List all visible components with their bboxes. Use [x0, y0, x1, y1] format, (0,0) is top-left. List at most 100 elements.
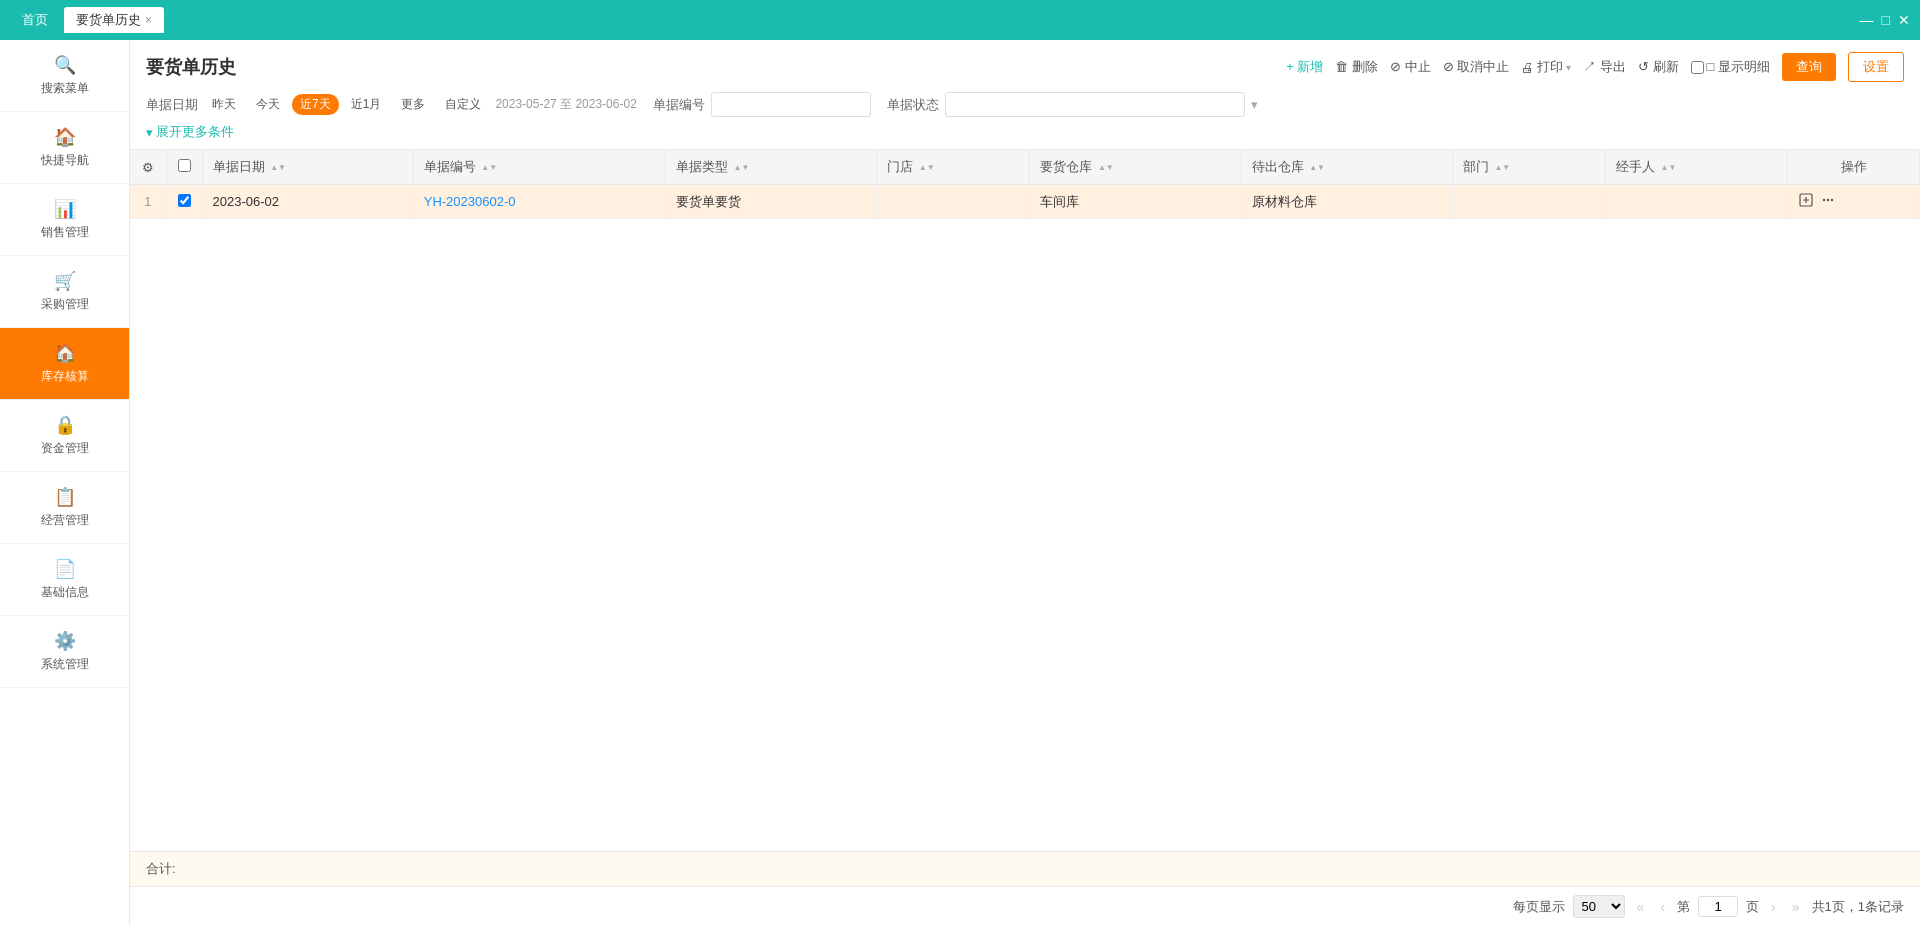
- th-department-label: 部门: [1463, 159, 1489, 174]
- sidebar-item-basic-info-label: 基础信息: [41, 584, 89, 601]
- refresh-button[interactable]: ↺ 刷新: [1638, 58, 1679, 76]
- th-req-warehouse-label: 要货仓库: [1040, 159, 1092, 174]
- filter-status-group: 单据状态 ▾: [887, 92, 1904, 117]
- date-shortcuts: 昨天 今天 近7天 近1月 更多 自定义: [204, 94, 489, 115]
- sort-icon-doc-no: ▲▼: [481, 164, 497, 172]
- data-table: ⚙ 单据日期 ▲▼ 单据编号 ▲▼ 单据类型: [130, 150, 1920, 219]
- th-settings[interactable]: ⚙: [130, 150, 166, 185]
- th-checkbox: [166, 150, 202, 185]
- next-page-btn[interactable]: ›: [1767, 897, 1780, 917]
- per-page-select[interactable]: 20 50 100 200: [1573, 895, 1625, 918]
- tab-bar: 首页 要货单历史 ×: [10, 7, 1860, 33]
- th-doc-no[interactable]: 单据编号 ▲▼: [413, 150, 665, 185]
- display-detail-checkbox[interactable]: [1691, 61, 1704, 74]
- display-detail-button[interactable]: □ 显示明细: [1691, 58, 1770, 76]
- th-doc-date-label: 单据日期: [213, 159, 265, 174]
- cancel-stop-button[interactable]: ⊘ 取消中止: [1443, 58, 1510, 76]
- filter-date-group: 单据日期 昨天 今天 近7天 近1月 更多 自定义 2023-05-27 至 2…: [146, 94, 637, 115]
- table-header-row: ⚙ 单据日期 ▲▼ 单据编号 ▲▼ 单据类型: [130, 150, 1920, 185]
- page-input[interactable]: [1698, 896, 1738, 917]
- sidebar: 🔍 搜索菜单 🏠 快捷导航 📊 销售管理 🛒 采购管理 🏠 库存核算 🔒 资金管…: [0, 40, 130, 926]
- sidebar-item-sys-mgmt[interactable]: ⚙️ 系统管理: [0, 616, 129, 688]
- minimize-icon[interactable]: —: [1860, 12, 1874, 28]
- export-button[interactable]: ↗ 导出: [1583, 58, 1626, 76]
- sidebar-item-fund-mgmt-label: 资金管理: [41, 440, 89, 457]
- tab-home[interactable]: 首页: [10, 7, 60, 33]
- sidebar-item-search-menu[interactable]: 🔍 搜索菜单: [0, 40, 129, 112]
- sidebar-item-basic-info[interactable]: 📄 基础信息: [0, 544, 129, 616]
- cell-checkbox: [166, 185, 202, 219]
- search-icon: 🔍: [54, 54, 76, 76]
- sort-icon-department: ▲▼: [1494, 164, 1510, 172]
- date-btn-today[interactable]: 今天: [248, 94, 288, 115]
- sidebar-item-purchase-mgmt[interactable]: 🛒 采购管理: [0, 256, 129, 328]
- first-page-btn[interactable]: «: [1633, 897, 1649, 917]
- th-doc-no-label: 单据编号: [424, 159, 476, 174]
- tab-close-icon[interactable]: ×: [145, 13, 152, 27]
- stop-button[interactable]: ⊘ 中止: [1390, 58, 1431, 76]
- sort-icon-doc-type: ▲▼: [734, 164, 750, 172]
- sidebar-item-fund-mgmt[interactable]: 🔒 资金管理: [0, 400, 129, 472]
- query-button[interactable]: 查询: [1782, 53, 1836, 81]
- table-footer: 合计:: [130, 851, 1920, 886]
- th-doc-date[interactable]: 单据日期 ▲▼: [202, 150, 413, 185]
- doc-status-dropdown-icon[interactable]: ▾: [1251, 97, 1258, 112]
- doc-status-filter-label: 单据状态: [887, 96, 939, 114]
- svg-point-3: [1831, 199, 1833, 201]
- sidebar-item-inventory-calc-label: 库存核算: [41, 368, 89, 385]
- page-prefix-label: 第: [1677, 898, 1690, 916]
- th-pending-warehouse[interactable]: 待出仓库 ▲▼: [1241, 150, 1452, 185]
- close-window-icon[interactable]: ✕: [1898, 12, 1910, 28]
- edit-action-icon[interactable]: [1798, 192, 1814, 211]
- date-btn-1month[interactable]: 近1月: [343, 94, 390, 115]
- expand-label: 展开更多条件: [156, 123, 234, 141]
- cell-pending-warehouse: 原材料仓库: [1241, 185, 1452, 219]
- prev-page-btn[interactable]: ‹: [1656, 897, 1669, 917]
- display-detail-label: □ 显示明细: [1707, 58, 1770, 76]
- date-btn-yesterday[interactable]: 昨天: [204, 94, 244, 115]
- settings-button[interactable]: 设置: [1848, 52, 1904, 82]
- select-all-checkbox[interactable]: [178, 159, 191, 172]
- doc-no-input[interactable]: [711, 92, 871, 117]
- th-handler[interactable]: 经手人 ▲▼: [1605, 150, 1787, 185]
- cell-doc-no[interactable]: YH-20230602-0: [413, 185, 665, 219]
- date-btn-7days[interactable]: 近7天: [292, 94, 339, 115]
- th-doc-type[interactable]: 单据类型 ▲▼: [665, 150, 876, 185]
- sidebar-item-quick-nav[interactable]: 🏠 快捷导航: [0, 112, 129, 184]
- sidebar-item-search-menu-label: 搜索菜单: [41, 80, 89, 97]
- doc-status-input[interactable]: [945, 92, 1245, 117]
- more-action-icon[interactable]: [1820, 192, 1836, 211]
- pagination: 每页显示 20 50 100 200 « ‹ 第 页 › » 共1页，1条记录: [130, 886, 1920, 926]
- sort-icon-handler: ▲▼: [1660, 164, 1676, 172]
- th-department[interactable]: 部门 ▲▼: [1452, 150, 1605, 185]
- tab-requisition-history[interactable]: 要货单历史 ×: [64, 7, 164, 33]
- th-actions: 操作: [1788, 150, 1920, 185]
- th-req-warehouse[interactable]: 要货仓库 ▲▼: [1030, 150, 1241, 185]
- print-button[interactable]: 🖨 🖨 打印 打印 ▾: [1521, 58, 1571, 76]
- sidebar-item-quick-nav-label: 快捷导航: [41, 152, 89, 169]
- doc-no-link[interactable]: YH-20230602-0: [424, 194, 516, 209]
- th-store[interactable]: 门店 ▲▼: [877, 150, 1030, 185]
- window-actions: — □ ✕: [1860, 12, 1910, 28]
- cell-actions: [1788, 185, 1920, 219]
- sidebar-item-sales-mgmt-label: 销售管理: [41, 224, 89, 241]
- new-button[interactable]: + 新增: [1286, 58, 1323, 76]
- row-checkbox[interactable]: [178, 194, 191, 207]
- expand-more-btn[interactable]: ▾ 展开更多条件: [146, 123, 1904, 141]
- sidebar-item-inventory-calc[interactable]: 🏠 库存核算: [0, 328, 129, 400]
- sidebar-item-sales-mgmt[interactable]: 📊 销售管理: [0, 184, 129, 256]
- cell-doc-date: 2023-06-02: [202, 185, 413, 219]
- delete-button[interactable]: 🗑 删除: [1335, 58, 1378, 76]
- date-btn-more[interactable]: 更多: [393, 94, 433, 115]
- tab-home-label: 首页: [22, 11, 48, 29]
- sidebar-item-ops-mgmt[interactable]: 📋 经营管理: [0, 472, 129, 544]
- date-btn-custom[interactable]: 自定义: [437, 94, 489, 115]
- total-info: 共1页，1条记录: [1812, 898, 1904, 916]
- per-page-label: 每页显示: [1513, 898, 1565, 916]
- cell-handler: [1605, 185, 1787, 219]
- page-suffix-label: 页: [1746, 898, 1759, 916]
- last-page-btn[interactable]: »: [1788, 897, 1804, 917]
- maximize-icon[interactable]: □: [1882, 12, 1890, 28]
- doc-no-filter-label: 单据编号: [653, 96, 705, 114]
- toolbar: + 新增 🗑 删除 ⊘ 中止 ⊘ 取消中止 🖨 🖨 打印 打印 ▾ ↗ 导出 ↺…: [1286, 52, 1904, 82]
